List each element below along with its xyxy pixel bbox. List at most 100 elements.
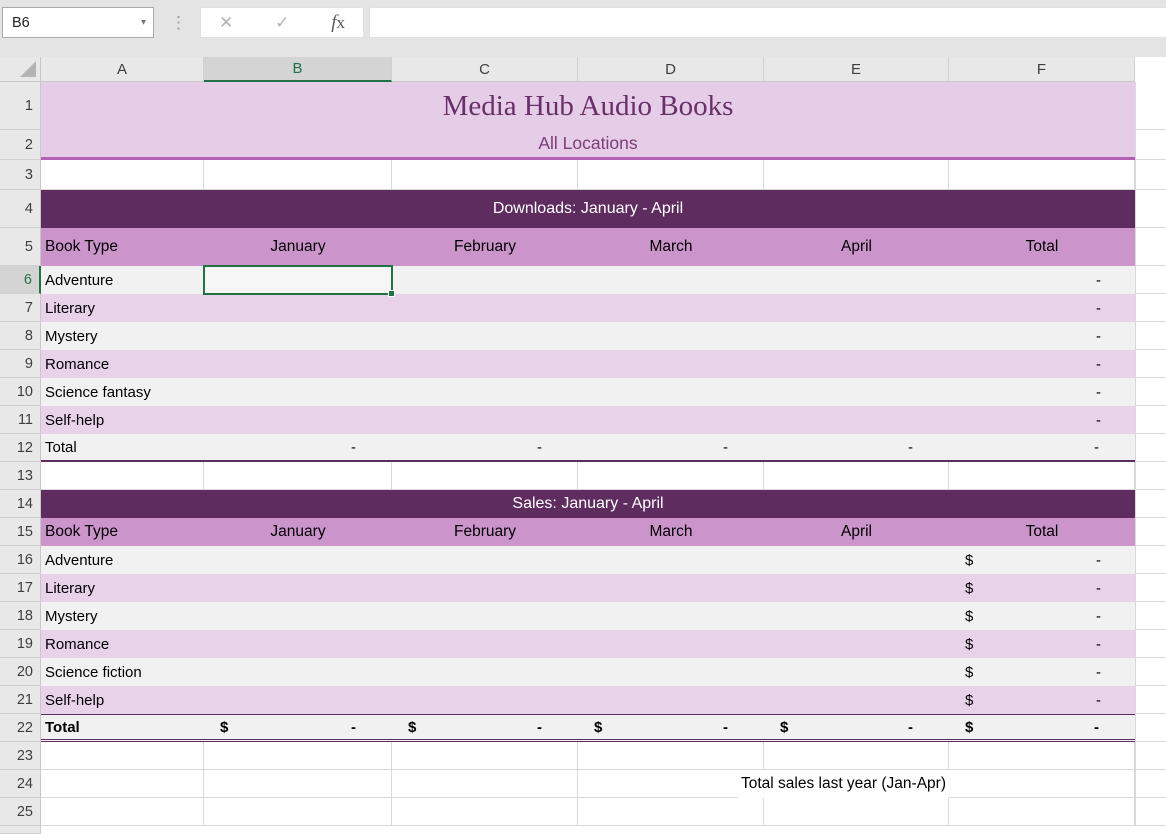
cell-E19[interactable] <box>764 630 949 658</box>
sliver-cell-row-18[interactable] <box>1135 602 1166 630</box>
cell-B19[interactable] <box>204 630 392 658</box>
cell-E20[interactable] <box>764 658 949 686</box>
sliver-cell-row-23[interactable] <box>1135 742 1166 770</box>
cell-B5[interactable]: January <box>204 228 392 266</box>
row-header-21[interactable]: 21 <box>0 686 41 714</box>
row-header-17[interactable]: 17 <box>0 574 41 602</box>
cell-E25[interactable] <box>764 798 949 826</box>
cell-E21[interactable] <box>764 686 949 714</box>
cell-C8[interactable] <box>392 322 578 350</box>
cell-A9[interactable]: Romance <box>41 350 204 378</box>
cell-E17[interactable] <box>764 574 949 602</box>
row-header-16[interactable]: 16 <box>0 546 41 574</box>
row-header-5[interactable]: 5 <box>0 228 41 266</box>
row-header-13[interactable]: 13 <box>0 462 41 490</box>
row-header-14[interactable]: 14 <box>0 490 41 518</box>
row-header-23[interactable]: 23 <box>0 742 41 770</box>
cell-E13[interactable] <box>764 462 949 490</box>
sheet-title-cell[interactable]: Media Hub Audio Books <box>41 82 1135 130</box>
cell-C22[interactable]: $ - <box>392 715 578 739</box>
sliver-cell-row-15[interactable] <box>1135 518 1166 546</box>
cell-F13[interactable] <box>949 462 1135 490</box>
cell-A22[interactable]: Total <box>41 715 204 739</box>
column-header-E[interactable]: E <box>764 57 949 82</box>
cell-A6[interactable]: Adventure <box>41 266 204 294</box>
cell-A12[interactable]: Total <box>41 434 204 460</box>
row-header-20[interactable]: 20 <box>0 658 41 686</box>
row-header-3[interactable]: 3 <box>0 160 41 190</box>
cell-C3[interactable] <box>392 160 578 190</box>
sliver-cell-row-5[interactable] <box>1135 228 1166 266</box>
column-header-F[interactable]: F <box>949 57 1135 82</box>
row-header-24[interactable]: 24 <box>0 770 41 798</box>
cell-B23[interactable] <box>204 742 392 770</box>
cell-C24[interactable] <box>392 770 578 798</box>
cell-D19[interactable] <box>578 630 764 658</box>
cell-D18[interactable] <box>578 602 764 630</box>
cell-D5[interactable]: March <box>578 228 764 266</box>
insert-function-icon[interactable]: fx <box>331 12 345 34</box>
cell-F5[interactable]: Total <box>949 228 1135 266</box>
cell-B8[interactable] <box>204 322 392 350</box>
row-header-15[interactable]: 15 <box>0 518 41 546</box>
cell-D11[interactable] <box>578 406 764 434</box>
cell-B22[interactable]: $ - <box>204 715 392 739</box>
row-header-8[interactable]: 8 <box>0 322 41 350</box>
row-header-2[interactable]: 2 <box>0 130 41 160</box>
cell-D17[interactable] <box>578 574 764 602</box>
row-header-12[interactable]: 12 <box>0 434 41 462</box>
cell-C5[interactable]: February <box>392 228 578 266</box>
cell-F19[interactable]: $ - <box>949 630 1135 658</box>
cell-A17[interactable]: Literary <box>41 574 204 602</box>
sliver-cell-row-1[interactable] <box>1135 82 1166 130</box>
selected-cell-outline[interactable] <box>203 265 395 297</box>
row-header-partial-26[interactable] <box>0 826 41 834</box>
cell-F9[interactable]: - <box>949 350 1135 378</box>
row-header-6[interactable]: 6 <box>0 266 41 294</box>
cell-A5[interactable]: Book Type <box>41 228 204 266</box>
cell-A23[interactable] <box>41 742 204 770</box>
cell-A18[interactable]: Mystery <box>41 602 204 630</box>
cell-B3[interactable] <box>204 160 392 190</box>
sliver-cell-row-19[interactable] <box>1135 630 1166 658</box>
cell-B12[interactable]: - <box>204 434 392 460</box>
cell-A11[interactable]: Self-help <box>41 406 204 434</box>
cell-E3[interactable] <box>764 160 949 190</box>
cell-C9[interactable] <box>392 350 578 378</box>
cell-A25[interactable] <box>41 798 204 826</box>
cell-E15[interactable]: April <box>764 518 949 546</box>
cell-E10[interactable] <box>764 378 949 406</box>
sliver-cell-row-22[interactable] <box>1135 714 1166 742</box>
cell-C15[interactable]: February <box>392 518 578 546</box>
cell-D7[interactable] <box>578 294 764 322</box>
cell-C10[interactable] <box>392 378 578 406</box>
cell-B17[interactable] <box>204 574 392 602</box>
sliver-cell-row-25[interactable] <box>1135 798 1166 826</box>
sliver-cell-row-7[interactable] <box>1135 294 1166 322</box>
sliver-cell-row-9[interactable] <box>1135 350 1166 378</box>
cell-A15[interactable]: Book Type <box>41 518 204 546</box>
name-box-dropdown-icon[interactable]: ▾ <box>141 17 146 28</box>
column-header-D[interactable]: D <box>578 57 764 82</box>
formula-bar-input[interactable] <box>369 7 1166 38</box>
cell-F6[interactable]: - <box>949 266 1135 294</box>
name-box[interactable]: B6 ▾ <box>2 7 154 38</box>
cell-B11[interactable] <box>204 406 392 434</box>
row-header-22[interactable]: 22 <box>0 714 41 742</box>
cell-F11[interactable]: - <box>949 406 1135 434</box>
cell-F7[interactable]: - <box>949 294 1135 322</box>
row-header-4[interactable]: 4 <box>0 190 41 228</box>
cell-E9[interactable] <box>764 350 949 378</box>
cell-C25[interactable] <box>392 798 578 826</box>
sliver-cell-row-12[interactable] <box>1135 434 1166 462</box>
cell-D15[interactable]: March <box>578 518 764 546</box>
sliver-cell-row-4[interactable] <box>1135 190 1166 228</box>
cell-D23[interactable] <box>578 742 764 770</box>
sheet-subtitle-cell[interactable]: All Locations <box>41 130 1135 160</box>
cell-C23[interactable] <box>392 742 578 770</box>
cell-C11[interactable] <box>392 406 578 434</box>
cell-F3[interactable] <box>949 160 1135 190</box>
cell-A3[interactable] <box>41 160 204 190</box>
cell-F16[interactable]: $ - <box>949 546 1135 574</box>
sliver-cell-row-21[interactable] <box>1135 686 1166 714</box>
